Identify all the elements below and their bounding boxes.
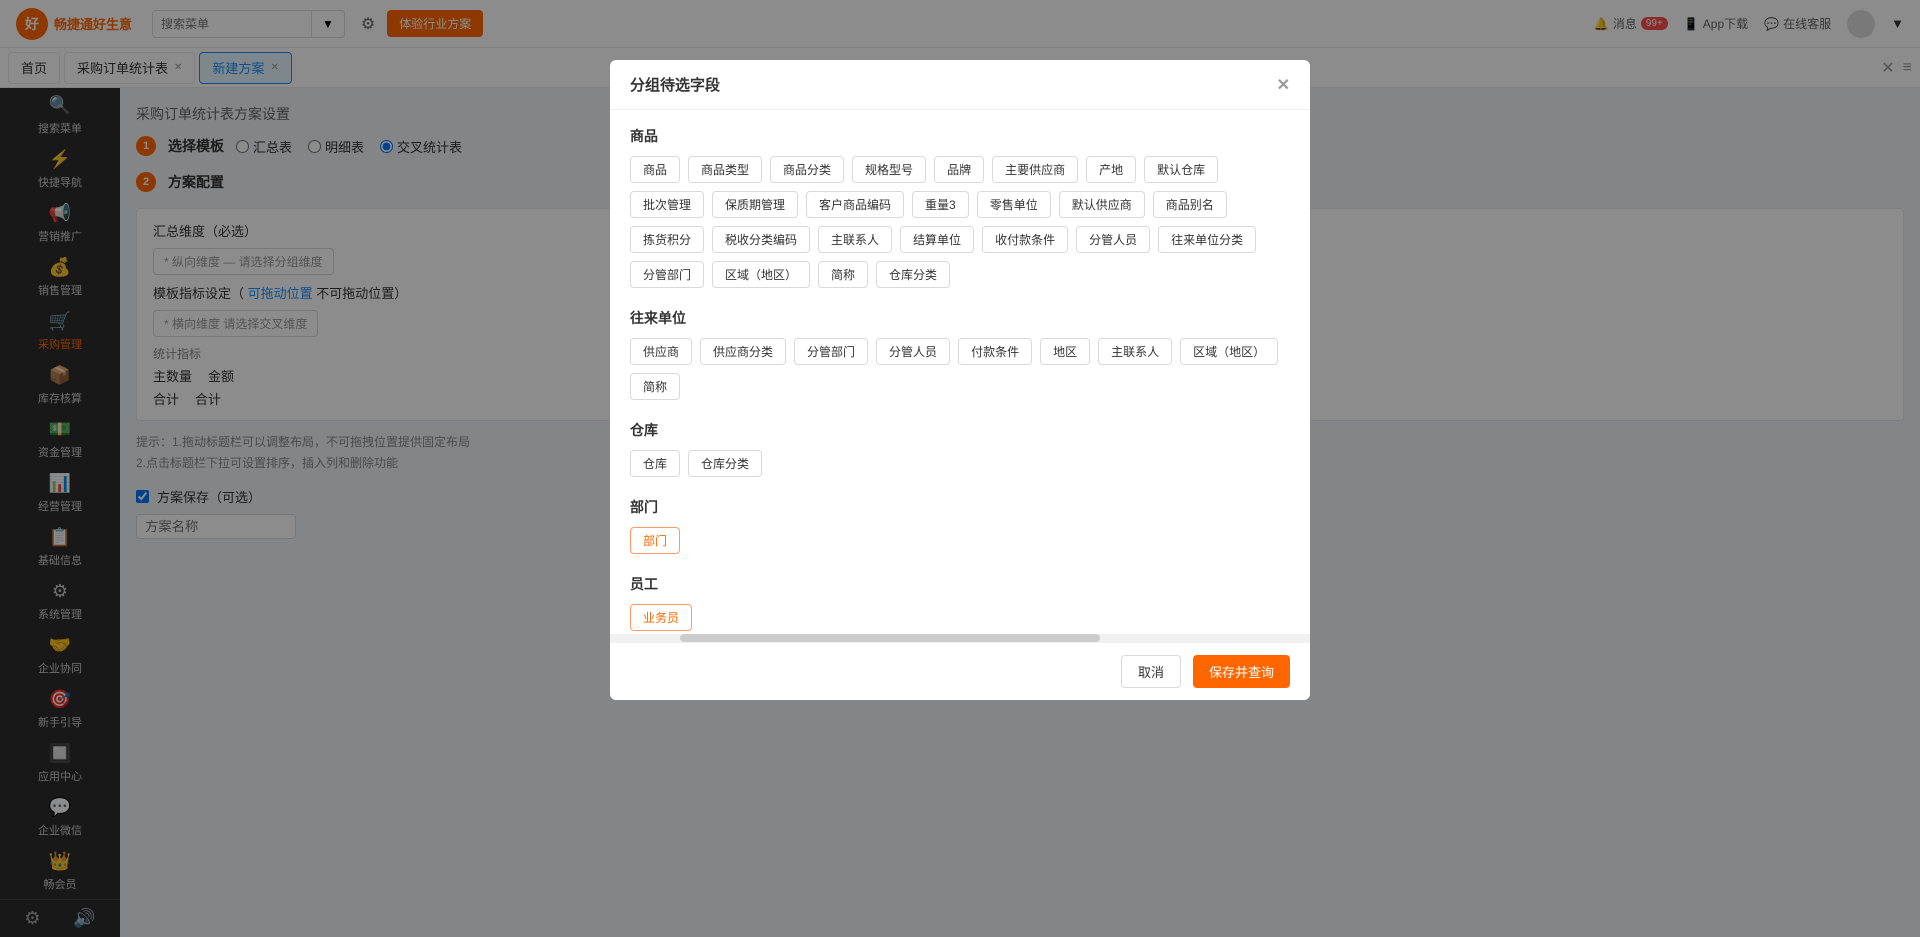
section-staff-title: 员工 bbox=[630, 574, 1290, 594]
modal-hscroll-thumb bbox=[680, 634, 1100, 642]
tag-warehouse-0[interactable]: 仓库 bbox=[630, 450, 680, 477]
tag-goods-0[interactable]: 商品 bbox=[630, 156, 680, 183]
section-department: 部门 部门 bbox=[630, 497, 1290, 554]
tag-goods-12[interactable]: 零售单位 bbox=[977, 191, 1051, 218]
tag-goods-23[interactable]: 区域（地区） bbox=[712, 261, 810, 288]
modal-horizontal-scrollbar[interactable] bbox=[610, 634, 1310, 642]
modal-close-icon[interactable]: ✕ bbox=[1277, 75, 1290, 95]
tag-goods-15[interactable]: 拣货积分 bbox=[630, 226, 704, 253]
tag-goods-25[interactable]: 仓库分类 bbox=[876, 261, 950, 288]
tag-partner-7[interactable]: 区域（地区） bbox=[1180, 338, 1278, 365]
section-warehouse-tags: 仓库 仓库分类 bbox=[630, 450, 1290, 477]
tag-goods-16[interactable]: 税收分类编码 bbox=[712, 226, 810, 253]
tag-department-0[interactable]: 部门 bbox=[630, 527, 680, 554]
tag-goods-8[interactable]: 批次管理 bbox=[630, 191, 704, 218]
tag-partner-2[interactable]: 分管部门 bbox=[794, 338, 868, 365]
tag-goods-9[interactable]: 保质期管理 bbox=[712, 191, 798, 218]
tag-goods-5[interactable]: 主要供应商 bbox=[992, 156, 1078, 183]
modal-header: 分组待选字段 ✕ bbox=[610, 60, 1310, 110]
tag-partner-5[interactable]: 地区 bbox=[1040, 338, 1090, 365]
section-partner: 往来单位 供应商 供应商分类 分管部门 分管人员 付款条件 地区 主联系人 区域… bbox=[630, 308, 1290, 400]
modal: 分组待选字段 ✕ 商品 商品 商品类型 商品分类 规格型号 品牌 主要供应商 产… bbox=[610, 60, 1310, 700]
confirm-button[interactable]: 保存并查询 bbox=[1193, 655, 1290, 688]
section-staff-tags: 业务员 bbox=[630, 604, 1290, 631]
tag-partner-4[interactable]: 付款条件 bbox=[958, 338, 1032, 365]
section-department-title: 部门 bbox=[630, 497, 1290, 517]
modal-footer: 取消 保存并查询 bbox=[610, 642, 1310, 700]
cancel-button[interactable]: 取消 bbox=[1121, 655, 1181, 688]
tag-staff-0[interactable]: 业务员 bbox=[630, 604, 692, 631]
section-goods-tags: 商品 商品类型 商品分类 规格型号 品牌 主要供应商 产地 默认仓库 批次管理 … bbox=[630, 156, 1290, 288]
tag-warehouse-1[interactable]: 仓库分类 bbox=[688, 450, 762, 477]
tag-goods-6[interactable]: 产地 bbox=[1086, 156, 1136, 183]
tag-goods-7[interactable]: 默认仓库 bbox=[1144, 156, 1218, 183]
tag-goods-14[interactable]: 商品别名 bbox=[1153, 191, 1227, 218]
section-staff: 员工 业务员 bbox=[630, 574, 1290, 631]
tag-goods-10[interactable]: 客户商品编码 bbox=[806, 191, 904, 218]
tag-goods-4[interactable]: 品牌 bbox=[934, 156, 984, 183]
section-goods-title: 商品 bbox=[630, 126, 1290, 146]
tag-goods-24[interactable]: 简称 bbox=[818, 261, 868, 288]
tag-goods-2[interactable]: 商品分类 bbox=[770, 156, 844, 183]
tag-goods-1[interactable]: 商品类型 bbox=[688, 156, 762, 183]
tag-partner-3[interactable]: 分管人员 bbox=[876, 338, 950, 365]
tag-goods-13[interactable]: 默认供应商 bbox=[1059, 191, 1145, 218]
tag-goods-18[interactable]: 结算单位 bbox=[900, 226, 974, 253]
tag-goods-3[interactable]: 规格型号 bbox=[852, 156, 926, 183]
modal-title: 分组待选字段 bbox=[630, 74, 720, 95]
tag-partner-1[interactable]: 供应商分类 bbox=[700, 338, 786, 365]
section-department-tags: 部门 bbox=[630, 527, 1290, 554]
tag-goods-21[interactable]: 往来单位分类 bbox=[1158, 226, 1256, 253]
tag-goods-19[interactable]: 收付款条件 bbox=[982, 226, 1068, 253]
tag-partner-6[interactable]: 主联系人 bbox=[1098, 338, 1172, 365]
tag-goods-11[interactable]: 重量3 bbox=[912, 191, 969, 218]
tag-goods-17[interactable]: 主联系人 bbox=[818, 226, 892, 253]
section-partner-tags: 供应商 供应商分类 分管部门 分管人员 付款条件 地区 主联系人 区域（地区） … bbox=[630, 338, 1290, 400]
section-partner-title: 往来单位 bbox=[630, 308, 1290, 328]
section-goods: 商品 商品 商品类型 商品分类 规格型号 品牌 主要供应商 产地 默认仓库 批次… bbox=[630, 126, 1290, 288]
modal-body: 商品 商品 商品类型 商品分类 规格型号 品牌 主要供应商 产地 默认仓库 批次… bbox=[610, 110, 1310, 634]
section-warehouse-title: 仓库 bbox=[630, 420, 1290, 440]
modal-overlay: 分组待选字段 ✕ 商品 商品 商品类型 商品分类 规格型号 品牌 主要供应商 产… bbox=[0, 0, 1920, 937]
section-warehouse: 仓库 仓库 仓库分类 bbox=[630, 420, 1290, 477]
tag-partner-8[interactable]: 简称 bbox=[630, 373, 680, 400]
tag-partner-0[interactable]: 供应商 bbox=[630, 338, 692, 365]
tag-goods-20[interactable]: 分管人员 bbox=[1076, 226, 1150, 253]
tag-goods-22[interactable]: 分管部门 bbox=[630, 261, 704, 288]
